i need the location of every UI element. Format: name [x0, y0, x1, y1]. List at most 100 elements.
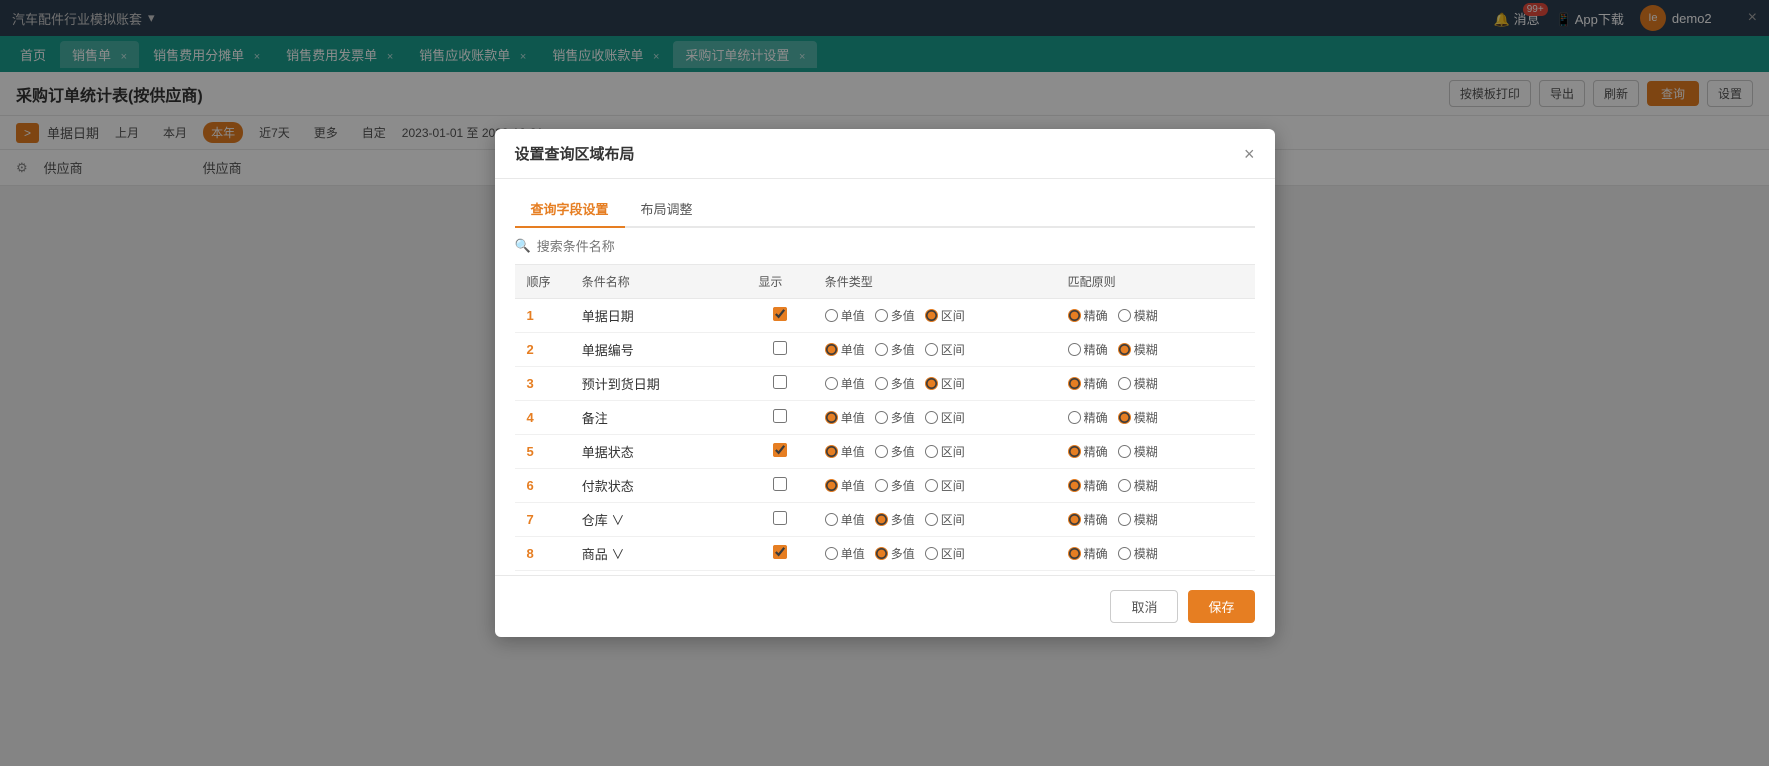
- order-cell: 4: [515, 401, 570, 435]
- order-cell: 5: [515, 435, 570, 469]
- search-icon: 🔍: [515, 238, 531, 254]
- type-radio-多值[interactable]: 多值: [875, 443, 915, 460]
- save-button[interactable]: 保存: [1188, 590, 1254, 623]
- type-radio-多值[interactable]: 多值: [875, 477, 915, 494]
- modal-overlay: 设置查询区域布局 × 查询字段设置 布局调整 🔍 顺序: [0, 0, 1769, 766]
- match-radio-模糊[interactable]: 模糊: [1118, 307, 1158, 324]
- type-radio-区间[interactable]: 区间: [925, 511, 965, 528]
- match-radio-模糊[interactable]: 模糊: [1118, 477, 1158, 494]
- name-cell: 商品 ∨: [570, 537, 747, 571]
- type-radio-单值[interactable]: 单值: [825, 307, 865, 324]
- match-radio-精确[interactable]: 精确: [1068, 545, 1108, 562]
- type-radio-多值[interactable]: 多值: [875, 409, 915, 426]
- match-radio-精确[interactable]: 精确: [1068, 375, 1108, 392]
- modal-tabs: 查询字段设置 布局调整: [515, 191, 1255, 228]
- type-radio-区间[interactable]: 区间: [925, 409, 965, 426]
- match-radio-模糊[interactable]: 模糊: [1118, 545, 1158, 562]
- settings-modal: 设置查询区域布局 × 查询字段设置 布局调整 🔍 顺序: [495, 129, 1275, 637]
- match-radio-模糊[interactable]: 模糊: [1118, 511, 1158, 528]
- show-checkbox[interactable]: [773, 341, 787, 355]
- match-radio-模糊[interactable]: 模糊: [1118, 409, 1158, 426]
- order-cell: 2: [515, 333, 570, 367]
- show-checkbox[interactable]: [773, 443, 787, 457]
- order-cell: 1: [515, 299, 570, 333]
- match-cell: 精确模糊: [1056, 435, 1255, 469]
- table-header: 顺序 条件名称 显示 条件类型 匹配原则: [515, 265, 1255, 299]
- show-checkbox[interactable]: [773, 511, 787, 525]
- show-cell: [746, 367, 812, 401]
- type-radio-多值[interactable]: 多值: [875, 307, 915, 324]
- match-radio-模糊[interactable]: 模糊: [1118, 443, 1158, 460]
- match-radio-精确[interactable]: 精确: [1068, 443, 1108, 460]
- show-checkbox[interactable]: [773, 375, 787, 389]
- match-cell: 精确模糊: [1056, 401, 1255, 435]
- type-cell: 单值多值区间: [813, 367, 1056, 401]
- show-checkbox[interactable]: [773, 545, 787, 559]
- show-cell: [746, 435, 812, 469]
- type-cell: 单值多值区间: [813, 401, 1056, 435]
- match-radio-精确[interactable]: 精确: [1068, 341, 1108, 358]
- name-cell: 单据编号: [570, 333, 747, 367]
- type-radio-单值[interactable]: 单值: [825, 545, 865, 562]
- show-cell: [746, 503, 812, 537]
- match-radio-精确[interactable]: 精确: [1068, 511, 1108, 528]
- type-radio-单值[interactable]: 单值: [825, 341, 865, 358]
- match-cell: 精确模糊: [1056, 469, 1255, 503]
- modal-body: 查询字段设置 布局调整 🔍 顺序 条件名称 显示 条件类型: [495, 179, 1275, 575]
- type-radio-多值[interactable]: 多值: [875, 375, 915, 392]
- order-cell: 7: [515, 503, 570, 537]
- th-match: 匹配原则: [1056, 265, 1255, 299]
- show-checkbox[interactable]: [773, 307, 787, 321]
- table-row: 3预计到货日期单值多值区间精确模糊: [515, 367, 1255, 401]
- type-cell: 单值多值区间: [813, 333, 1056, 367]
- type-radio-区间[interactable]: 区间: [925, 443, 965, 460]
- table-row: 8商品 ∨单值多值区间精确模糊: [515, 537, 1255, 571]
- name-cell: 备注: [570, 401, 747, 435]
- cancel-button[interactable]: 取消: [1110, 590, 1178, 623]
- type-radio-区间[interactable]: 区间: [925, 477, 965, 494]
- type-radio-区间[interactable]: 区间: [925, 375, 965, 392]
- name-cell: 单据状态: [570, 435, 747, 469]
- modal-title: 设置查询区域布局: [515, 143, 635, 164]
- th-type: 条件类型: [813, 265, 1056, 299]
- search-input[interactable]: [537, 239, 717, 254]
- modal-close-button[interactable]: ×: [1244, 145, 1255, 163]
- search-row: 🔍: [515, 228, 1255, 265]
- type-radio-区间[interactable]: 区间: [925, 341, 965, 358]
- tab-layout-adjust[interactable]: 布局调整: [625, 191, 709, 228]
- show-cell: [746, 401, 812, 435]
- match-radio-模糊[interactable]: 模糊: [1118, 375, 1158, 392]
- show-checkbox[interactable]: [773, 477, 787, 491]
- order-cell: 6: [515, 469, 570, 503]
- type-cell: 单值多值区间: [813, 503, 1056, 537]
- type-radio-多值[interactable]: 多值: [875, 341, 915, 358]
- show-checkbox[interactable]: [773, 409, 787, 423]
- table-row: 5单据状态 单值多值区间 精确模糊: [515, 435, 1255, 469]
- match-cell: 精确模糊: [1056, 503, 1255, 537]
- match-radio-精确[interactable]: 精确: [1068, 409, 1108, 426]
- type-radio-单值[interactable]: 单值: [825, 443, 865, 460]
- match-radio-模糊[interactable]: 模糊: [1118, 341, 1158, 358]
- type-cell: 单值多值区间: [813, 537, 1056, 571]
- name-cell: 单据日期: [570, 299, 747, 333]
- show-cell: [746, 299, 812, 333]
- type-radio-单值[interactable]: 单值: [825, 375, 865, 392]
- th-name: 条件名称: [570, 265, 747, 299]
- type-radio-单值[interactable]: 单值: [825, 477, 865, 494]
- type-radio-单值[interactable]: 单值: [825, 511, 865, 528]
- type-radio-多值[interactable]: 多值: [875, 545, 915, 562]
- table-row: 1单据日期单值多值区间精确模糊: [515, 299, 1255, 333]
- type-radio-区间[interactable]: 区间: [925, 307, 965, 324]
- type-radio-区间[interactable]: 区间: [925, 545, 965, 562]
- tab-query-fields[interactable]: 查询字段设置: [515, 191, 625, 228]
- name-cell: 仓库 ∨: [570, 503, 747, 537]
- match-radio-精确[interactable]: 精确: [1068, 307, 1108, 324]
- table-row: 7仓库 ∨单值多值区间精确模糊: [515, 503, 1255, 537]
- type-radio-单值[interactable]: 单值: [825, 409, 865, 426]
- show-cell: [746, 333, 812, 367]
- show-cell: [746, 537, 812, 571]
- config-table: 顺序 条件名称 显示 条件类型 匹配原则 1单据日期单值多值区间精确模糊2单据编…: [515, 265, 1255, 575]
- type-cell: 单值多值区间: [813, 299, 1056, 333]
- type-radio-多值[interactable]: 多值: [875, 511, 915, 528]
- match-radio-精确[interactable]: 精确: [1068, 477, 1108, 494]
